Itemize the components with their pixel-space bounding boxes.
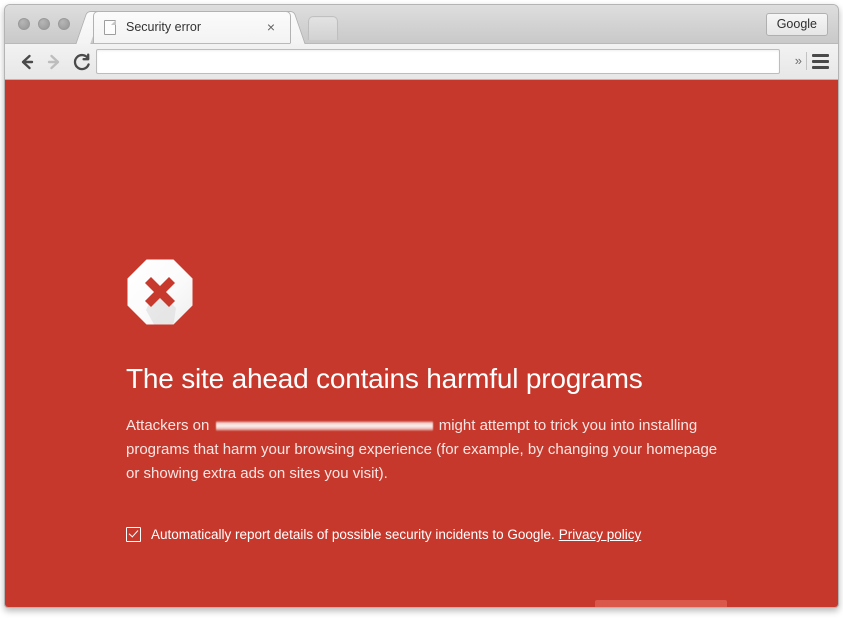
report-optin-row: Automatically report details of possible… — [126, 527, 641, 542]
new-tab-button[interactable] — [307, 16, 339, 41]
forward-arrow-icon[interactable] — [43, 51, 65, 73]
chevron-double-right-icon[interactable]: » — [795, 53, 802, 68]
window-close-button[interactable] — [18, 18, 30, 30]
stop-sign-x-icon — [126, 258, 194, 326]
traffic-lights — [18, 18, 70, 30]
tab-title: Security error — [126, 20, 202, 34]
interstitial-description: Attackers on might attempt to trick you … — [126, 414, 730, 486]
window-maximize-button[interactable] — [58, 18, 70, 30]
report-checkbox[interactable] — [126, 527, 141, 542]
back-arrow-icon[interactable] — [16, 51, 38, 73]
privacy-policy-link[interactable]: Privacy policy — [559, 527, 642, 542]
url-input[interactable] — [97, 50, 779, 73]
browser-toolbar: » — [5, 44, 838, 80]
description-prefix: Attackers on — [126, 417, 210, 434]
tab-strip: Security error × Google — [5, 5, 838, 44]
back-to-safety-button[interactable]: Back to safety — [595, 600, 727, 607]
browser-window: Security error × Google » The site ahead… — [4, 4, 839, 608]
hamburger-menu-icon[interactable] — [812, 54, 829, 69]
reload-icon[interactable] — [71, 51, 93, 73]
page-icon — [104, 20, 116, 35]
window-minimize-button[interactable] — [38, 18, 50, 30]
redacted-url — [215, 421, 433, 431]
google-account-button[interactable]: Google — [765, 13, 828, 36]
report-optin-label: Automatically report details of possible… — [151, 527, 555, 542]
close-icon[interactable]: × — [264, 20, 278, 34]
security-interstitial: The site ahead contains harmful programs… — [5, 80, 838, 607]
tab-security-error[interactable]: Security error × — [93, 11, 291, 43]
address-bar[interactable] — [96, 49, 780, 74]
toolbar-divider — [806, 52, 807, 70]
page-title: The site ahead contains harmful programs — [126, 363, 643, 394]
